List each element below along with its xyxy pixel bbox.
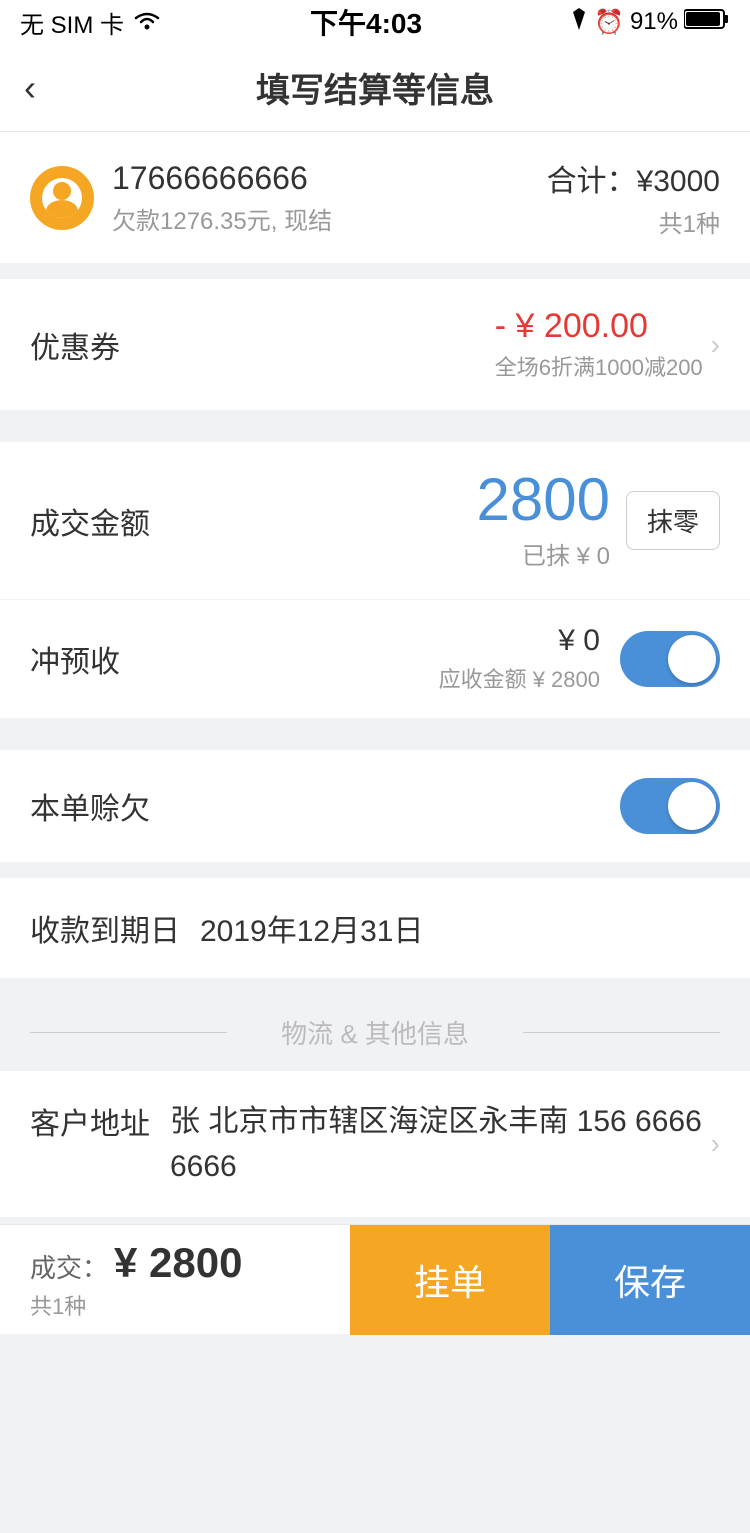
status-left: 无 SIM 卡	[20, 5, 162, 40]
user-total: 合计：¥3000	[547, 156, 720, 200]
deal-amount: 2800	[477, 470, 610, 530]
deal-row: 成交金额 2800 已抹 ¥ 0 抹零	[0, 442, 750, 599]
avatar-icon	[42, 178, 82, 218]
avatar	[30, 166, 94, 230]
user-debt: 欠款1276.35元, 现结	[112, 201, 332, 236]
bottom-deal-label: 成交：	[30, 1248, 108, 1285]
address-chevron-icon: ›	[711, 1128, 720, 1160]
chong-label: 冲预收	[30, 637, 120, 681]
coupon-amount-col: - ¥ 200.00 全场6折满1000减200	[495, 307, 703, 382]
chong-toggle[interactable]	[620, 631, 720, 687]
save-button[interactable]: 保存	[550, 1225, 750, 1335]
hang-single-button[interactable]: 挂单	[350, 1225, 550, 1335]
chong-row: 冲预收 ¥ 0 应收金额 ¥ 2800	[0, 599, 750, 718]
deal-right: 2800 已抹 ¥ 0 抹零	[477, 470, 721, 571]
address-right: 张 北京市市辖区海淀区永丰南 156 6666 6666 ›	[170, 1099, 720, 1189]
status-right: ⏰ 91%	[570, 8, 730, 37]
deal-label: 成交金额	[30, 499, 150, 543]
date-label: 收款到期日	[30, 906, 180, 950]
back-button[interactable]: ‹	[24, 67, 36, 109]
user-card: 17666666666 欠款1276.35元, 现结 合计：¥3000 共1种	[0, 132, 750, 263]
address-value: 张 北京市市辖区海淀区永丰南 156 6666 6666	[170, 1099, 703, 1189]
logistics-text: 物流 & 其他信息	[281, 1014, 469, 1051]
alarm-icon: ⏰	[594, 8, 624, 37]
divider-2	[0, 734, 750, 750]
deal-amount-col: 2800 已抹 ¥ 0	[477, 470, 610, 571]
user-total-right: 合计：¥3000 共1种	[547, 156, 720, 239]
chong-val-col: ¥ 0 应收金额 ¥ 2800	[439, 624, 600, 694]
coupon-amount: - ¥ 200.00	[495, 307, 703, 346]
chong-right: ¥ 0 应收金额 ¥ 2800	[439, 624, 720, 694]
sheqian-toggle-knob	[668, 782, 716, 830]
logistics-divider: 物流 & 其他信息	[0, 994, 750, 1071]
battery-label: 91%	[630, 8, 678, 36]
fuzero-button[interactable]: 抹零	[626, 491, 720, 550]
chong-toggle-knob	[668, 635, 716, 683]
status-bar: 无 SIM 卡 下午4:03 ⏰ 91%	[0, 0, 750, 44]
deal-section: 成交金额 2800 已抹 ¥ 0 抹零 冲预收 ¥ 0 应收金额 ¥ 2800	[0, 442, 750, 718]
sim-label: 无 SIM 卡	[20, 5, 124, 40]
bottom-deal-amount: ¥ 2800	[114, 1239, 242, 1287]
deal-sub: 已抹 ¥ 0	[477, 536, 610, 571]
chong-sub: 应收金额 ¥ 2800	[439, 662, 600, 694]
page-title: 填写结算等信息	[256, 63, 494, 112]
battery-icon	[684, 8, 730, 37]
coupon-section: 优惠券 - ¥ 200.00 全场6折满1000减200 ›	[0, 279, 750, 410]
divider-1	[0, 426, 750, 442]
bottom-bar: 成交： ¥ 2800 共1种 挂单 保存	[0, 1224, 750, 1334]
sheqian-toggle[interactable]	[620, 778, 720, 834]
address-label: 客户地址	[30, 1099, 150, 1143]
address-section[interactable]: 客户地址 张 北京市市辖区海淀区永丰南 156 6666 6666 ›	[0, 1071, 750, 1217]
logistics-line-right	[523, 1032, 720, 1033]
coupon-label: 优惠券	[30, 323, 120, 367]
user-count: 共1种	[547, 204, 720, 239]
date-section: 收款到期日 2019年12月31日	[0, 878, 750, 978]
logistics-line-left	[30, 1032, 227, 1033]
coupon-row[interactable]: 优惠券 - ¥ 200.00 全场6折满1000减200 ›	[0, 279, 750, 410]
coupon-right: - ¥ 200.00 全场6折满1000减200 ›	[495, 307, 720, 382]
coupon-chevron-icon: ›	[711, 329, 720, 361]
user-phone: 17666666666	[112, 160, 332, 197]
bottom-summary: 成交： ¥ 2800 共1种	[0, 1239, 350, 1321]
chong-val: ¥ 0	[439, 624, 600, 658]
coupon-desc: 全场6折满1000减200	[495, 350, 703, 382]
user-text: 17666666666 欠款1276.35元, 现结	[112, 160, 332, 236]
bottom-count: 共1种	[30, 1289, 320, 1321]
bottom-deal: 成交： ¥ 2800	[30, 1239, 320, 1287]
status-time: 下午4:03	[310, 2, 422, 42]
date-value: 2019年12月31日	[200, 906, 423, 950]
wifi-icon	[132, 8, 162, 37]
sheqian-section: 本单赊欠	[0, 750, 750, 862]
nav-bar: ‹ 填写结算等信息	[0, 44, 750, 132]
user-info-left: 17666666666 欠款1276.35元, 现结	[30, 160, 332, 236]
location-icon	[570, 8, 588, 37]
sheqian-label: 本单赊欠	[30, 784, 150, 828]
